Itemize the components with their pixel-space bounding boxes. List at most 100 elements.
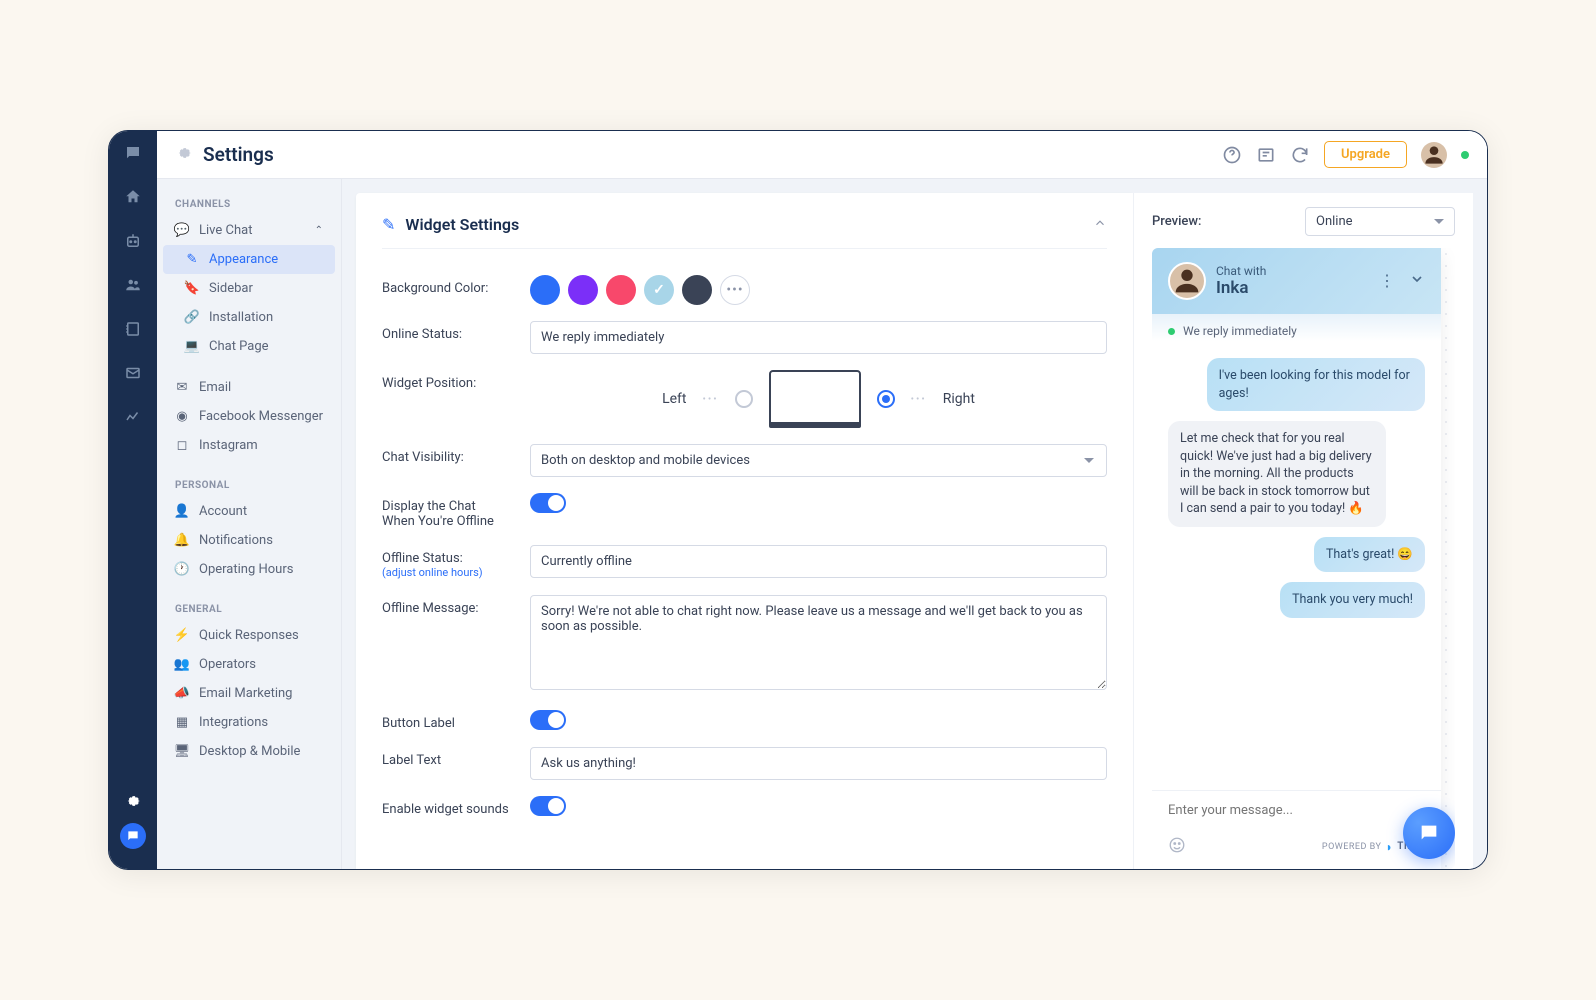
sidebar-item-label: Live Chat	[199, 223, 252, 238]
online-status-dot	[1461, 151, 1469, 159]
chat-launcher-button[interactable]	[1403, 807, 1455, 859]
sidebar-item-notifications[interactable]: 🔔 Notifications	[157, 526, 341, 555]
emoji-icon[interactable]	[1168, 836, 1186, 857]
dots-decoration: •••	[911, 394, 927, 405]
sidebar-item-instagram[interactable]: ◻ Instagram	[157, 431, 341, 460]
chat-message-input[interactable]	[1168, 803, 1425, 818]
top-header: Settings Upgrade	[157, 131, 1487, 179]
color-swatch-lightblue[interactable]	[644, 275, 674, 305]
home-icon[interactable]	[123, 187, 143, 207]
sidebar-item-label: Account	[199, 504, 247, 519]
chat-header: Chat with Inka ⋮	[1152, 248, 1441, 314]
label-widget-position: Widget Position:	[382, 370, 510, 391]
page-title: Settings	[203, 143, 274, 166]
sidebar-item-live-chat[interactable]: 💬 Live Chat ⌃	[157, 216, 341, 245]
powered-by-label: POWERED BY	[1322, 842, 1382, 852]
sidebar-item-label: Desktop & Mobile	[199, 744, 300, 759]
section-channels: CHANNELS	[157, 193, 341, 216]
sidebar-item-chat-page[interactable]: 💻 Chat Page	[157, 332, 341, 361]
status-text: We reply immediately	[1183, 324, 1297, 338]
more-colors-button[interactable]: •••	[720, 275, 750, 305]
sidebar-item-label: Chat Page	[209, 339, 269, 354]
user-avatar[interactable]	[1421, 142, 1447, 168]
sidebar-item-email[interactable]: ✉ Email	[157, 373, 341, 402]
sidebar-item-desktop-mobile[interactable]: 🖥 Desktop & Mobile	[157, 737, 341, 766]
agent-name: Inka	[1216, 278, 1369, 298]
main-area: Settings Upgrade CHANNELS 💬 Live Chat ⌃	[157, 131, 1487, 869]
upgrade-button[interactable]: Upgrade	[1324, 141, 1407, 168]
clock-icon: 🕐	[175, 563, 189, 577]
sidebar-item-integrations[interactable]: ▦ Integrations	[157, 708, 341, 737]
color-swatch-pink[interactable]	[606, 275, 636, 305]
header-gear-icon	[175, 144, 193, 166]
user-icon: 👤	[175, 505, 189, 519]
help-icon[interactable]	[1222, 145, 1242, 165]
refresh-icon[interactable]	[1290, 145, 1310, 165]
sidebar-item-facebook[interactable]: ◉ Facebook Messenger	[157, 402, 341, 431]
grid-icon: ▦	[175, 716, 189, 730]
sidebar-item-operators[interactable]: 👥 Operators	[157, 650, 341, 679]
bot-icon[interactable]	[123, 231, 143, 251]
chevron-down-icon[interactable]	[1409, 271, 1425, 291]
panel-title: Widget Settings	[405, 215, 1083, 234]
label-online-status: Online Status:	[382, 321, 510, 342]
chat-widget-preview: Chat with Inka ⋮ We reply immed	[1152, 248, 1441, 869]
label-background-color: Background Color:	[382, 275, 510, 296]
color-swatch-blue[interactable]	[530, 275, 560, 305]
display-offline-toggle[interactable]	[530, 493, 566, 513]
people-icon: 👥	[175, 658, 189, 672]
gear-icon[interactable]	[123, 791, 143, 811]
messenger-icon: ◉	[175, 410, 189, 424]
sidebar-item-appearance[interactable]: ✎ Appearance	[163, 245, 335, 274]
mail-icon[interactable]	[123, 363, 143, 383]
sidebar-item-label: Notifications	[199, 533, 273, 548]
label-enable-sounds: Enable widget sounds	[382, 796, 510, 817]
agent-avatar	[1168, 262, 1206, 300]
offline-message-textarea[interactable]	[530, 595, 1107, 690]
bookmark-icon: 🔖	[185, 282, 199, 296]
adjust-hours-link[interactable]: (adjust online hours)	[382, 566, 510, 579]
brush-icon: ✎	[382, 215, 395, 234]
sidebar-item-quick-responses[interactable]: ⚡ Quick Responses	[157, 621, 341, 650]
sidebar-item-label: Email Marketing	[199, 686, 292, 701]
preview-label: Preview:	[1152, 214, 1201, 229]
envelope-icon: ✉	[175, 381, 189, 395]
label-offline-status: Offline Status: (adjust online hours)	[382, 545, 510, 579]
news-icon[interactable]	[1256, 145, 1276, 165]
megaphone-icon: 📣	[175, 687, 189, 701]
sidebar-item-installation[interactable]: 🔗 Installation	[157, 303, 341, 332]
color-swatch-dark[interactable]	[682, 275, 712, 305]
position-left-radio[interactable]	[735, 390, 753, 408]
offline-status-input[interactable]	[530, 545, 1107, 578]
button-label-toggle[interactable]	[530, 710, 566, 730]
collapse-button[interactable]	[1093, 215, 1107, 234]
sidebar-item-sidebar[interactable]: 🔖 Sidebar	[157, 274, 341, 303]
lightning-icon: ⚡	[175, 629, 189, 643]
sidebar-item-label: Quick Responses	[199, 628, 299, 643]
sidebar-item-operating-hours[interactable]: 🕐 Operating Hours	[157, 555, 341, 584]
online-status-input[interactable]	[530, 321, 1107, 354]
enable-sounds-toggle[interactable]	[530, 796, 566, 816]
section-general: GENERAL	[157, 598, 341, 621]
laptop-icon: 💻	[185, 340, 199, 354]
nav-rail	[109, 131, 157, 869]
position-right-radio[interactable]	[877, 390, 895, 408]
analytics-icon[interactable]	[123, 407, 143, 427]
preview-mode-select[interactable]: Online	[1305, 207, 1455, 236]
position-right-label: Right	[943, 391, 975, 407]
label-display-offline: Display the Chat When You're Offline	[382, 493, 510, 529]
label-text-input[interactable]	[530, 747, 1107, 780]
chevron-up-icon: ⌃	[315, 225, 323, 236]
chat-bubble-icon[interactable]	[123, 143, 143, 163]
color-swatch-purple[interactable]	[568, 275, 598, 305]
contacts-icon[interactable]	[123, 275, 143, 295]
more-icon[interactable]: ⋮	[1379, 271, 1395, 291]
widget-launcher-icon[interactable]	[120, 823, 146, 849]
brush-icon: ✎	[185, 253, 199, 267]
chat-messages: I've been looking for this model for age…	[1152, 348, 1441, 790]
sidebar-item-account[interactable]: 👤 Account	[157, 497, 341, 526]
sidebar-item-email-marketing[interactable]: 📣 Email Marketing	[157, 679, 341, 708]
label-offline-message: Offline Message:	[382, 595, 510, 616]
chat-visibility-select[interactable]: Both on desktop and mobile devices	[530, 444, 1107, 477]
address-book-icon[interactable]	[123, 319, 143, 339]
